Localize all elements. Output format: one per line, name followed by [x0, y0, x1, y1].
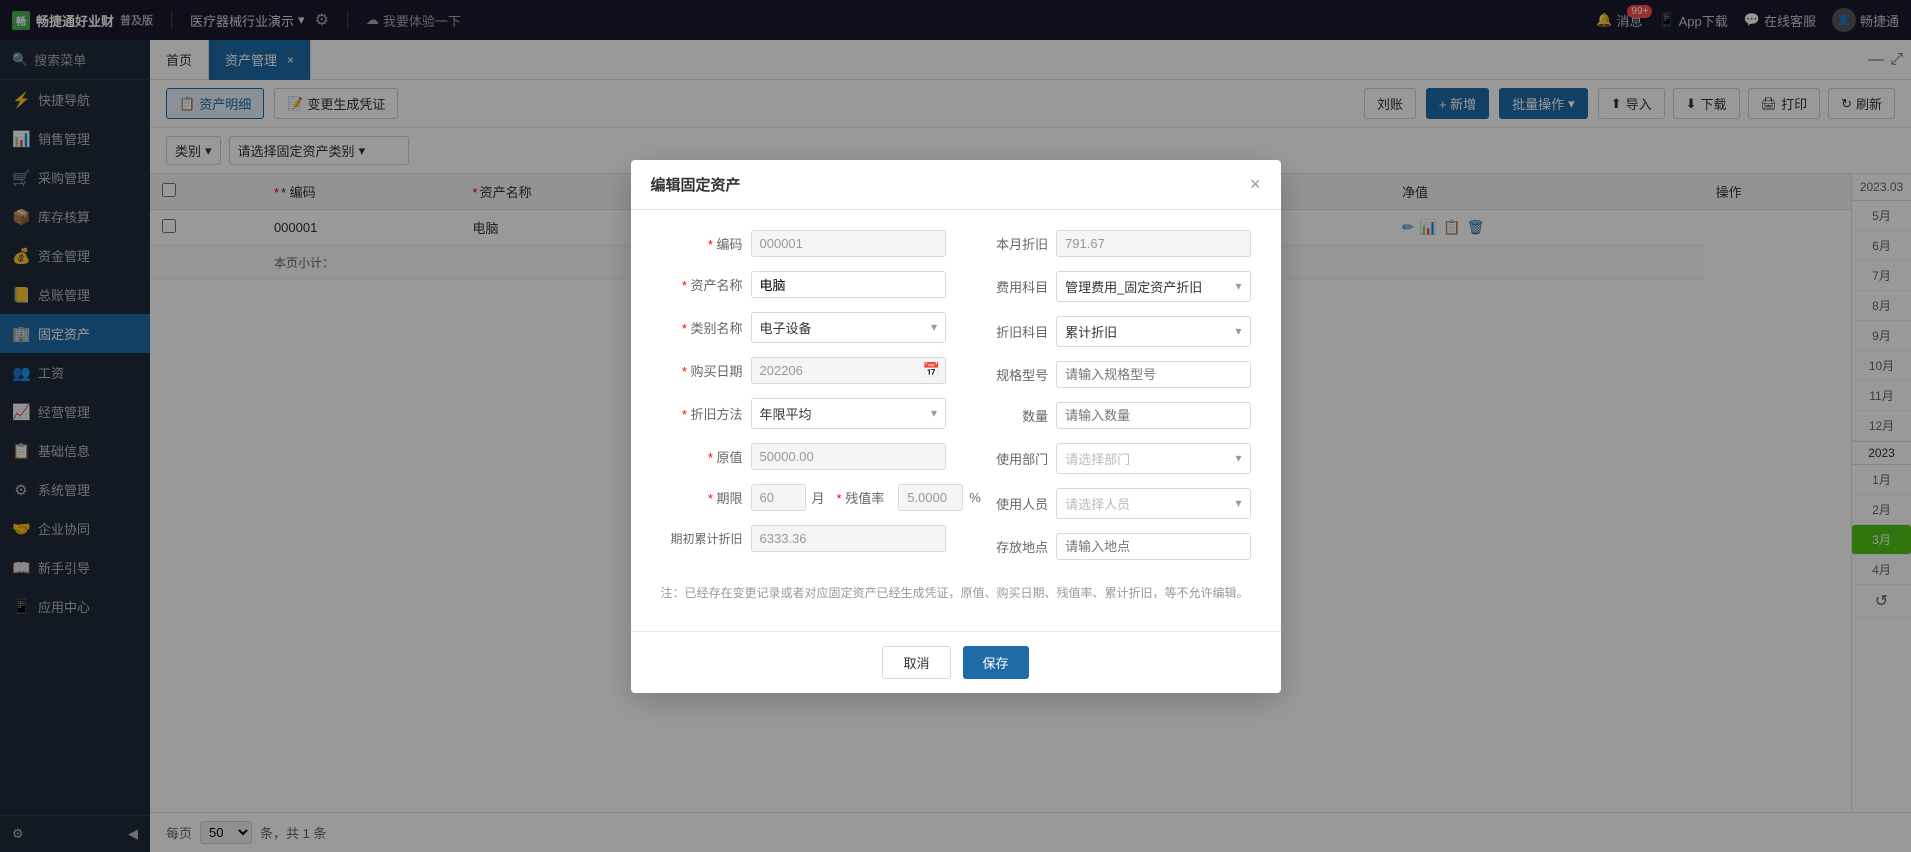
modal-header: 编辑固定资产 ×: [631, 160, 1281, 210]
form-row-expense-subject: 费用科目 管理费用_固定资产折旧 ▾: [966, 271, 1250, 302]
dep-subject-value: 累计折旧: [1065, 322, 1117, 341]
person-arrow: ▾: [1235, 496, 1241, 510]
form-row-quantity: 数量: [966, 402, 1250, 429]
purchase-date-input[interactable]: [751, 357, 947, 384]
form-label-category: * 类别名称: [661, 318, 751, 337]
form-row-monthly-dep: 本月折旧: [966, 230, 1250, 257]
form-label-quantity: 数量: [966, 406, 1056, 425]
form-label-initial-depreciation: 期初累计折旧: [661, 530, 751, 547]
form-row-period-residual: * 期限 月 * 残值率 %: [661, 484, 947, 511]
location-input[interactable]: [1056, 533, 1250, 560]
initial-depreciation-input[interactable]: [751, 525, 947, 552]
form-row-asset-name: * 资产名称: [661, 271, 947, 298]
form-note: 注：已经存在变更记录或者对应固定资产已经生成凭证，原值、购买日期、残值率、累计折…: [651, 574, 1261, 611]
form-row-person: 使用人员 请选择人员 ▾: [966, 488, 1250, 519]
form-label-department: 使用部门: [966, 449, 1056, 468]
form-row-dep-subject: 折旧科目 累计折旧 ▾: [966, 316, 1250, 347]
form-grid: * 编码 * 资产名称 * 类别名称 电子设备 ▾: [651, 230, 1261, 611]
expense-subject-arrow: ▾: [1235, 279, 1241, 293]
quantity-input[interactable]: [1056, 402, 1250, 429]
form-label-expense-subject: 费用科目: [966, 277, 1056, 296]
modal-title: 编辑固定资产: [651, 174, 741, 195]
period-residual-group: 月 * 残值率 %: [751, 484, 947, 511]
depreciation-method-select[interactable]: 年限平均 ▾: [751, 398, 947, 429]
form-row-category: * 类别名称 电子设备 ▾: [661, 312, 947, 343]
person-select[interactable]: 请选择人员 ▾: [1056, 488, 1250, 519]
expense-subject-value: 管理费用_固定资产折旧: [1065, 277, 1202, 296]
asset-name-input[interactable]: [751, 271, 947, 298]
calendar-icon[interactable]: 📅: [923, 362, 940, 379]
department-arrow: ▾: [1235, 451, 1241, 465]
model-input[interactable]: [1056, 361, 1250, 388]
form-row-location: 存放地点: [966, 533, 1250, 560]
residual-rate-input[interactable]: [898, 484, 963, 511]
form-label-person: 使用人员: [966, 494, 1056, 513]
category-select[interactable]: 电子设备 ▾: [751, 312, 947, 343]
modal-overlay: 编辑固定资产 × * 编码 * 资产名称: [0, 0, 1911, 852]
form-label-model: 规格型号: [966, 365, 1056, 384]
person-placeholder: 请选择人员: [1065, 494, 1130, 513]
dep-subject-select[interactable]: 累计折旧 ▾: [1056, 316, 1250, 347]
depreciation-method-arrow: ▾: [931, 406, 937, 420]
form-row-initial-depreciation: 期初累计折旧: [661, 525, 947, 552]
category-select-value: 电子设备: [760, 318, 812, 337]
department-placeholder: 请选择部门: [1065, 449, 1130, 468]
depreciation-method-value: 年限平均: [760, 404, 812, 423]
save-button[interactable]: 保存: [963, 646, 1029, 679]
cancel-button[interactable]: 取消: [882, 646, 950, 679]
modal-close-btn[interactable]: ×: [1250, 174, 1261, 195]
edit-asset-modal: 编辑固定资产 × * 编码 * 资产名称: [631, 160, 1281, 693]
form-label-dep-subject: 折旧科目: [966, 322, 1056, 341]
form-label-purchase-date: * 购买日期: [661, 361, 751, 380]
modal-footer: 取消 保存: [631, 631, 1281, 693]
form-label-location: 存放地点: [966, 537, 1056, 556]
monthly-dep-input[interactable]: [1056, 230, 1250, 257]
form-label-depreciation-method: * 折旧方法: [661, 404, 751, 423]
original-value-input[interactable]: [751, 443, 947, 470]
modal-body: * 编码 * 资产名称 * 类别名称 电子设备 ▾: [631, 210, 1281, 631]
form-row-model: 规格型号: [966, 361, 1250, 388]
form-label-original-value: * 原值: [661, 447, 751, 466]
form-label-monthly-dep: 本月折旧: [966, 234, 1056, 253]
period-input[interactable]: [751, 484, 806, 511]
form-label-code: * 编码: [661, 234, 751, 253]
form-row-depreciation-method: * 折旧方法 年限平均 ▾: [661, 398, 947, 429]
expense-subject-select[interactable]: 管理费用_固定资产折旧 ▾: [1056, 271, 1250, 302]
form-label-asset-name: * 资产名称: [661, 275, 751, 294]
form-label-period: * 期限: [661, 488, 751, 507]
code-input[interactable]: [751, 230, 947, 257]
department-select[interactable]: 请选择部门 ▾: [1056, 443, 1250, 474]
form-row-purchase-date: * 购买日期 📅: [661, 357, 947, 384]
form-row-code: * 编码: [661, 230, 947, 257]
period-unit: 月: [812, 488, 825, 507]
purchase-date-wrapper: 📅: [751, 357, 947, 384]
form-left-col: * 编码 * 资产名称 * 类别名称 电子设备 ▾: [651, 230, 957, 574]
category-select-arrow: ▾: [931, 320, 937, 334]
form-row-department: 使用部门 请选择部门 ▾: [966, 443, 1250, 474]
form-label-residual-rate: * 残值率: [831, 488, 893, 507]
form-row-original-value: * 原值: [661, 443, 947, 470]
form-right-col: 本月折旧 费用科目 管理费用_固定资产折旧 ▾ 折旧科目: [956, 230, 1260, 574]
dep-subject-arrow: ▾: [1235, 324, 1241, 338]
